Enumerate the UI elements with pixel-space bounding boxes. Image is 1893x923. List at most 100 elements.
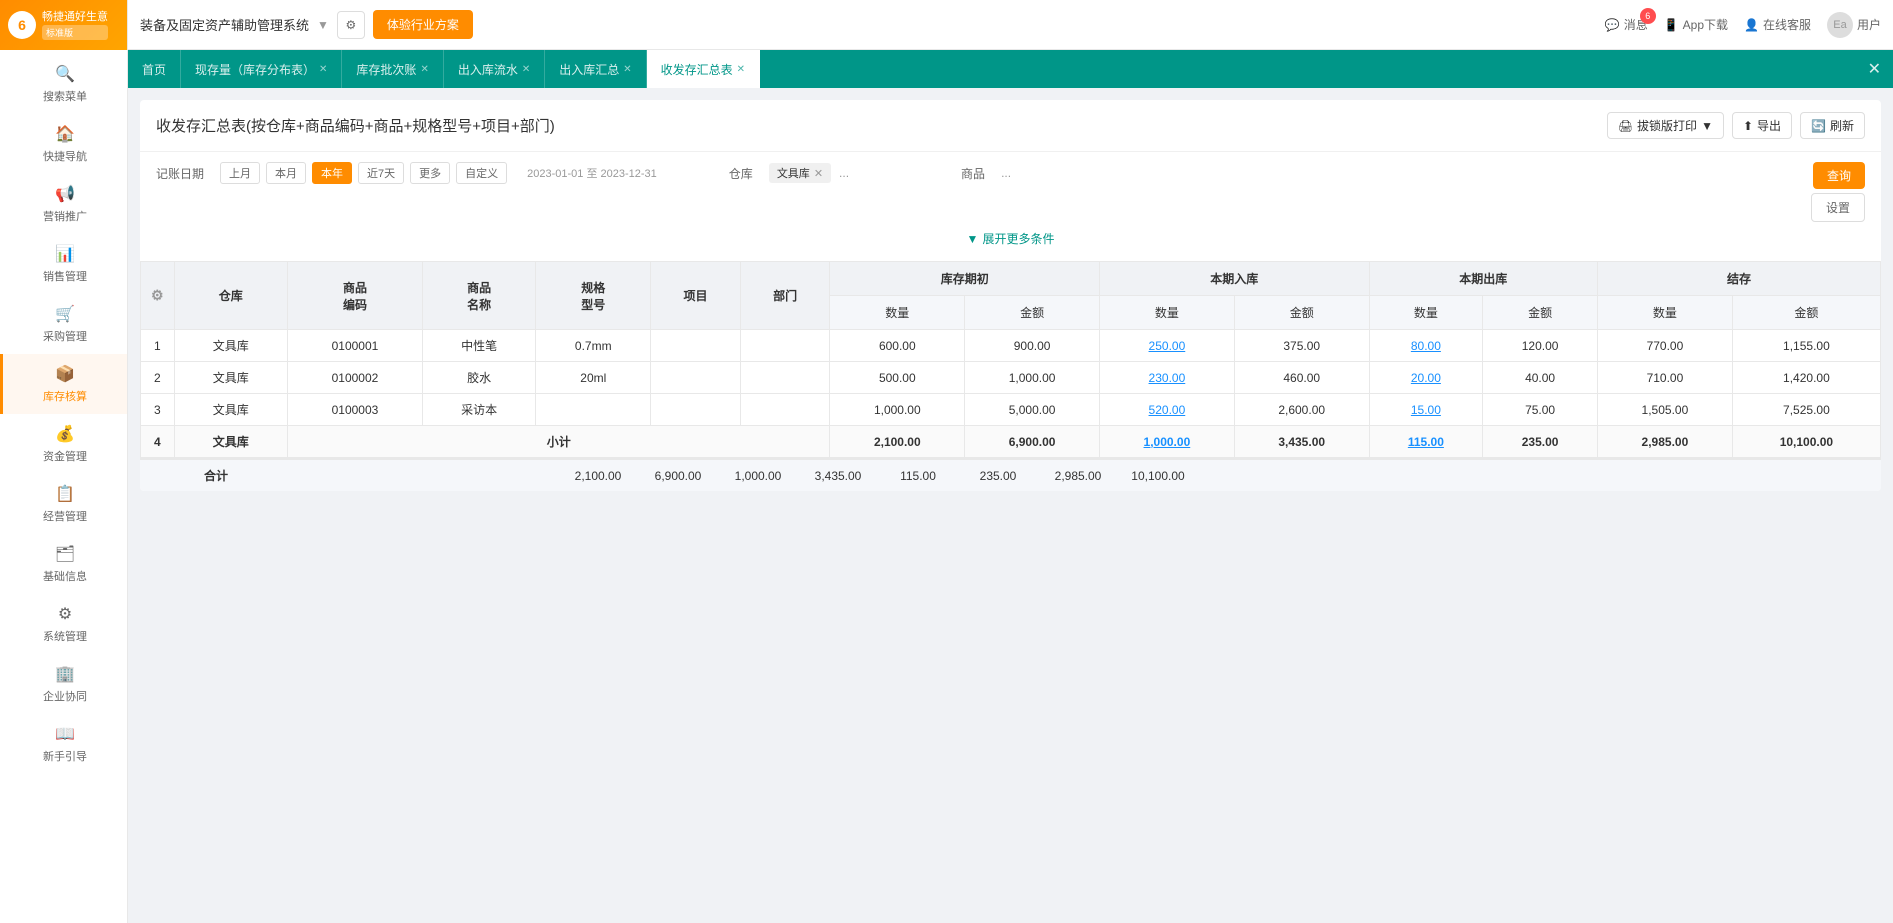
warehouse-more[interactable]: ... [839, 166, 849, 180]
col-in-qty-header: 数量 [1100, 296, 1235, 330]
row1-spec: 0.7mm [536, 330, 651, 362]
warehouse-label: 仓库 [729, 165, 753, 182]
row3-in-qty[interactable]: 520.00 [1100, 394, 1235, 426]
row3-spec [536, 394, 651, 426]
user-menu[interactable]: Ea 用户 [1827, 12, 1881, 38]
gear-button[interactable]: ⚙ [337, 11, 365, 39]
close-all-tabs-button[interactable]: ✕ [1856, 59, 1893, 79]
table-wrap: ⚙ 仓库 商品编码 商品名称 规格型号 项目 部门 库存期初 本期入库 本期出库… [140, 261, 1881, 491]
date-btn-this-month[interactable]: 本月 [266, 162, 306, 184]
row1-in-qty[interactable]: 250.00 [1100, 330, 1235, 362]
date-btn-last-month[interactable]: 上月 [220, 162, 260, 184]
col-settings-header: ⚙ [141, 262, 175, 330]
refresh-icon: 🔄 [1811, 119, 1826, 133]
gear-icon: ⚙ [346, 18, 357, 32]
sidebar-item-corp[interactable]: 🏢 企业协同 [0, 654, 127, 714]
sidebar-item-base[interactable]: 🗂 基础信息 [0, 534, 127, 594]
table-row: 2 文具库 0100002 胶水 20ml 500.00 1,000.00 23… [141, 362, 1881, 394]
tab-recv-send-summary[interactable]: 收发存汇总表 ✕ [647, 50, 760, 88]
date-btn-7days[interactable]: 近7天 [358, 162, 404, 184]
tab-close-batch-ledger[interactable]: ✕ [420, 64, 428, 75]
col-open-amt-header: 金额 [965, 296, 1100, 330]
sidebar-item-marketing[interactable]: 📢 营销推广 [0, 174, 127, 234]
marketing-icon: 📢 [55, 184, 75, 204]
date-btn-this-year[interactable]: 本年 [312, 162, 352, 184]
chevron-down-icon: ▼ [1701, 119, 1713, 133]
service-icon: 👤 [1744, 18, 1759, 32]
sidebar-item-search[interactable]: 🔍 搜索菜单 [0, 54, 127, 114]
topbar-system: 装备及固定资产辅助管理系统 ▼ ⚙ 体验行业方案 [140, 10, 1593, 39]
message-button[interactable]: 💬 消息 6 [1605, 16, 1648, 33]
online-service-button[interactable]: 👤 在线客服 [1744, 16, 1811, 33]
tab-close-recv-send-summary[interactable]: ✕ [737, 64, 745, 75]
subtotal-in-amt: 3,435.00 [1234, 426, 1369, 458]
goods-more[interactable]: ... [1001, 166, 1011, 180]
sidebar-item-finance[interactable]: 💰 资金管理 [0, 414, 127, 474]
subtotal-out-qty[interactable]: 115.00 [1369, 426, 1483, 458]
query-button[interactable]: 查询 [1813, 162, 1865, 189]
subtotal-in-qty[interactable]: 1,000.00 [1100, 426, 1235, 458]
tab-close-in-out-flow[interactable]: ✕ [522, 64, 530, 75]
phone-icon: 📱 [1664, 18, 1679, 32]
sidebar-item-sales[interactable]: 📊 销售管理 [0, 234, 127, 294]
col-code-header: 商品编码 [288, 262, 423, 330]
row1-name: 中性笔 [422, 330, 536, 362]
sidebar-item-inventory[interactable]: 📦 库存核算 [0, 354, 127, 414]
row1-out-qty[interactable]: 80.00 [1369, 330, 1483, 362]
row2-spec: 20ml [536, 362, 651, 394]
row2-in-amt: 460.00 [1234, 362, 1369, 394]
system-icon: ⚙ [58, 604, 72, 624]
tab-close-inventory-dist[interactable]: ✕ [319, 64, 327, 75]
subtotal-out-amt: 235.00 [1483, 426, 1598, 458]
tab-in-out-flow[interactable]: 出入库流水 ✕ [444, 50, 545, 88]
warehouse-tag-remove[interactable]: ✕ [814, 167, 823, 180]
topbar-actions: 💬 消息 6 📱 App下载 👤 在线客服 Ea 用户 [1605, 12, 1881, 38]
page-header: 收发存汇总表(按仓库+商品编码+商品+规格型号+项目+部门) 🖨 拔锁版打印 ▼… [140, 100, 1881, 151]
date-btn-more[interactable]: 更多 [410, 162, 450, 184]
expand-conditions-button[interactable]: ▼ 展开更多条件 [967, 230, 1055, 247]
tab-close-in-out-summary[interactable]: ✕ [623, 64, 631, 75]
export-button[interactable]: ⬆ 导出 [1732, 112, 1792, 139]
tab-batch-ledger[interactable]: 库存批次账 ✕ [342, 50, 443, 88]
logo-icon: 6 [8, 11, 36, 39]
subtotal-warehouse: 文具库 [174, 426, 288, 458]
table-gear-icon[interactable]: ⚙ [151, 287, 164, 303]
print-icon: 🖨 [1618, 119, 1633, 133]
col-out-header: 本期出库 [1369, 262, 1597, 296]
tab-in-out-summary[interactable]: 出入库汇总 ✕ [545, 50, 646, 88]
total-close-qty: 2,985.00 [1038, 469, 1118, 483]
app-download-button[interactable]: 📱 App下载 [1664, 16, 1728, 33]
sidebar-item-quick[interactable]: 🏠 快捷导航 [0, 114, 127, 174]
col-dept-header: 部门 [740, 262, 830, 330]
row2-name: 胶水 [422, 362, 536, 394]
sidebar-item-purchase[interactable]: 🛒 采购管理 [0, 294, 127, 354]
row2-out-qty[interactable]: 20.00 [1369, 362, 1483, 394]
sidebar-item-system[interactable]: ⚙ 系统管理 [0, 594, 127, 654]
filter-row-1: 记账日期 上月 本月 本年 近7天 更多 自定义 2023-01-01 至 20… [156, 162, 1011, 184]
col-warehouse-header: 仓库 [174, 262, 288, 330]
filter-warehouse: 文具库 ✕ ... [769, 163, 849, 183]
row1-in-amt: 375.00 [1234, 330, 1369, 362]
topbar-dropdown-icon: ▼ [317, 18, 329, 32]
tab-home[interactable]: 首页 [128, 50, 181, 88]
corp-icon: 🏢 [55, 664, 75, 684]
row2-in-qty[interactable]: 230.00 [1100, 362, 1235, 394]
print-button[interactable]: 🖨 拔锁版打印 ▼ [1607, 112, 1724, 139]
col-name-header: 商品名称 [422, 262, 536, 330]
row1-no: 1 [141, 330, 175, 362]
row3-in-amt: 2,600.00 [1234, 394, 1369, 426]
filter-actions: 查询 设置 [1811, 162, 1865, 222]
date-btn-custom[interactable]: 自定义 [456, 162, 507, 184]
subtotal-open-qty: 2,100.00 [830, 426, 965, 458]
row3-out-qty[interactable]: 15.00 [1369, 394, 1483, 426]
sidebar-item-guide[interactable]: 📖 新手引导 [0, 714, 127, 774]
refresh-button[interactable]: 🔄 刷新 [1800, 112, 1865, 139]
trial-button[interactable]: 体验行业方案 [373, 10, 473, 39]
page-title: 收发存汇总表(按仓库+商品编码+商品+规格型号+项目+部门) [156, 115, 555, 136]
subtotal-name: 小计 [288, 426, 830, 458]
tab-inventory-dist[interactable]: 现存量（库存分布表） ✕ [181, 50, 342, 88]
filter-settings-button[interactable]: 设置 [1811, 193, 1865, 222]
sidebar-item-ops[interactable]: 📋 经营管理 [0, 474, 127, 534]
col-out-amt-header: 金额 [1483, 296, 1598, 330]
row2-dept [740, 362, 830, 394]
